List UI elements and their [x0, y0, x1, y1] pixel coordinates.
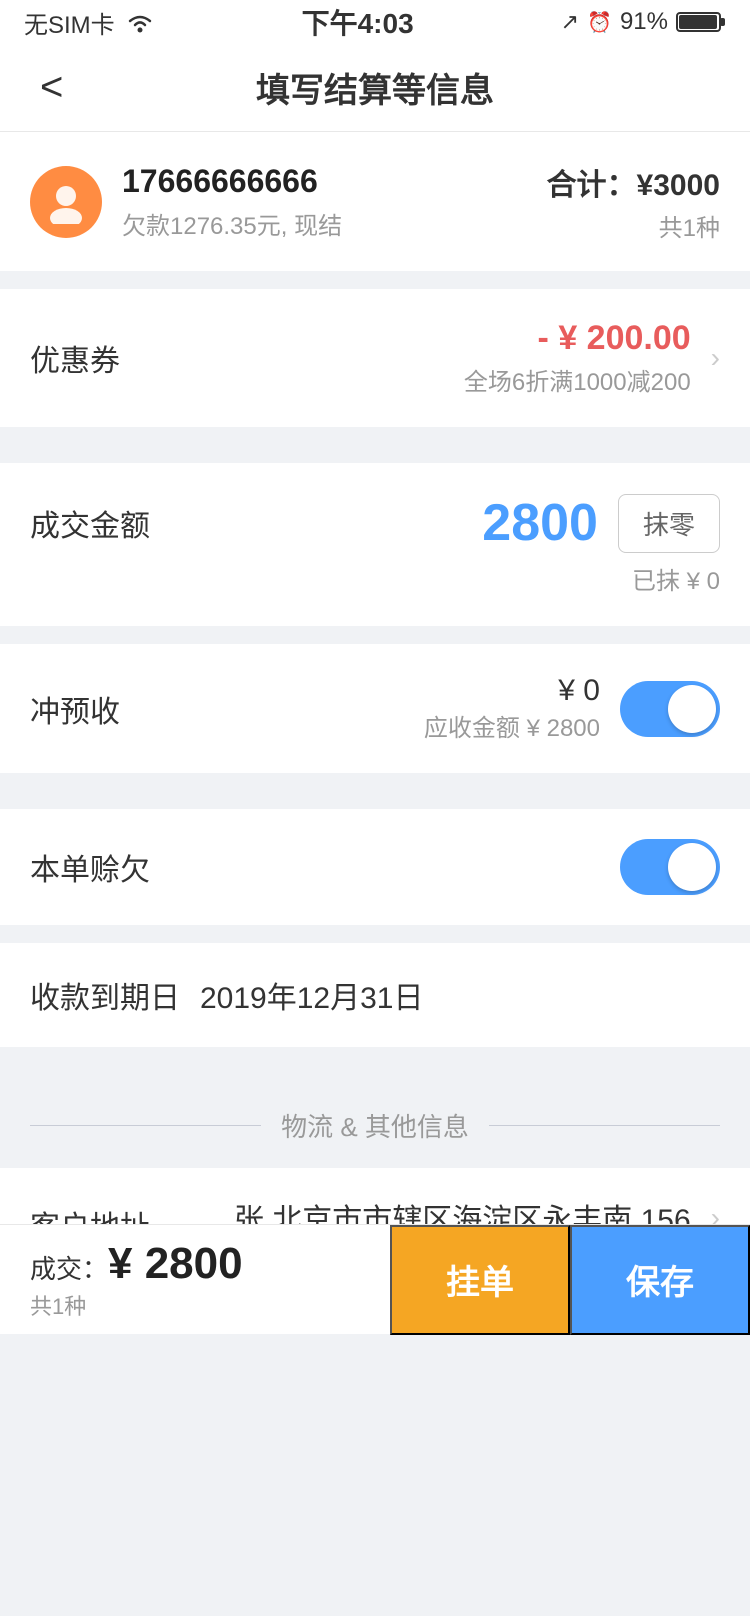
alarm-icon: ⏰: [587, 10, 612, 35]
section-divider-1: [0, 445, 750, 463]
status-right: ↗ ⏰ 91%: [561, 8, 726, 36]
status-bar: 无SIM卡 下午4:03 ↗ ⏰ 91%: [0, 0, 750, 44]
deal-amount-sub: 已抹 ¥ 0: [30, 561, 720, 596]
wifi-icon: [125, 11, 155, 33]
debit-toggle[interactable]: [620, 839, 720, 895]
status-time: 下午4:03: [302, 2, 414, 42]
prereceive-toggle[interactable]: [620, 681, 720, 737]
prereceive-amount: ¥ 0 应收金额 ¥ 2800: [424, 674, 600, 743]
page-title: 填写结算等信息: [256, 63, 494, 112]
coupon-right: - ¥ 200.00 全场6折满1000减200: [464, 319, 691, 397]
save-button[interactable]: 保存: [570, 1225, 750, 1335]
total-amount: 合计：¥3000: [547, 160, 720, 204]
back-button[interactable]: <: [30, 55, 73, 120]
due-date-label: 收款到期日: [30, 973, 180, 1017]
total-count: 共1种: [547, 208, 720, 243]
debit-section: 本单赊欠: [0, 809, 750, 925]
due-date-section: 收款到期日 2019年12月31日: [0, 943, 750, 1047]
logistics-line-left: [30, 1125, 261, 1126]
avatar: [30, 166, 102, 238]
customer-row: 17666666666 欠款1276.35元, 现结 合计：¥3000 共1种: [0, 132, 750, 271]
gray-spacer: [0, 1336, 750, 1496]
customer-left: 17666666666 欠款1276.35元, 现结: [30, 163, 342, 241]
coupon-chevron-icon: ›: [711, 342, 720, 374]
battery-text: 91%: [620, 8, 668, 36]
prereceive-toggle-knob: [668, 685, 716, 733]
logistics-label: 物流 & 其他信息: [281, 1107, 469, 1144]
customer-sub-info: 欠款1276.35元, 现结: [122, 206, 342, 241]
bottom-left: 成交： ¥ 2800 共1种: [0, 1239, 390, 1321]
nav-bar: < 填写结算等信息: [0, 44, 750, 132]
customer-total: 合计：¥3000 共1种: [547, 160, 720, 243]
due-date-value: 2019年12月31日: [200, 973, 423, 1017]
coupon-subtext: 全场6折满1000减200: [464, 362, 691, 397]
coupon-row[interactable]: 优惠券 - ¥ 200.00 全场6折满1000减200 ›: [0, 289, 750, 427]
debit-toggle-knob: [668, 843, 716, 891]
back-icon: <: [40, 65, 63, 109]
debit-label: 本单赊欠: [30, 845, 150, 889]
bottom-bar: 成交： ¥ 2800 共1种 挂单 保存: [0, 1224, 750, 1334]
coupon-label: 优惠券: [30, 336, 120, 380]
prereceive-section: 冲预收 ¥ 0 应收金额 ¥ 2800: [0, 644, 750, 773]
deal-amount-section: 成交金额 2800 抹零 已抹 ¥ 0: [0, 463, 750, 626]
bottom-deal-label: 成交：: [30, 1249, 108, 1286]
prereceive-row: 冲预收 ¥ 0 应收金额 ¥ 2800: [30, 674, 720, 743]
prereceive-label: 冲预收: [30, 687, 120, 731]
amount-right: 2800 抹零: [482, 493, 720, 553]
round-btn[interactable]: 抹零: [618, 494, 720, 553]
customer-info: 17666666666 欠款1276.35元, 现结: [122, 163, 342, 241]
no-sim-text: 无SIM卡: [24, 5, 115, 40]
prereceive-sub-value: 应收金额 ¥ 2800: [424, 708, 600, 743]
coupon-value: - ¥ 200.00: [538, 319, 691, 358]
section-divider-3: [0, 1065, 750, 1083]
hang-order-button[interactable]: 挂单: [390, 1225, 570, 1335]
status-left: 无SIM卡: [24, 5, 155, 40]
amount-row: 成交金额 2800 抹零: [30, 493, 720, 553]
customer-phone: 17666666666: [122, 163, 342, 200]
section-divider-2: [0, 791, 750, 809]
bottom-deal-count: 共1种: [30, 1289, 360, 1321]
deal-amount-label: 成交金额: [30, 501, 150, 545]
deal-amount-value: 2800: [482, 493, 598, 553]
logistics-header: 物流 & 其他信息: [0, 1083, 750, 1168]
bottom-deal-amount: ¥ 2800: [108, 1239, 243, 1289]
content: 17666666666 欠款1276.35元, 现结 合计：¥3000 共1种 …: [0, 132, 750, 1616]
logistics-line-right: [489, 1125, 720, 1126]
battery-icon: [676, 9, 726, 35]
location-icon: ↗: [561, 9, 579, 35]
prereceive-right: ¥ 0 应收金额 ¥ 2800: [424, 674, 720, 743]
prereceive-main-value: ¥ 0: [424, 674, 600, 708]
avatar-icon: [44, 180, 88, 224]
